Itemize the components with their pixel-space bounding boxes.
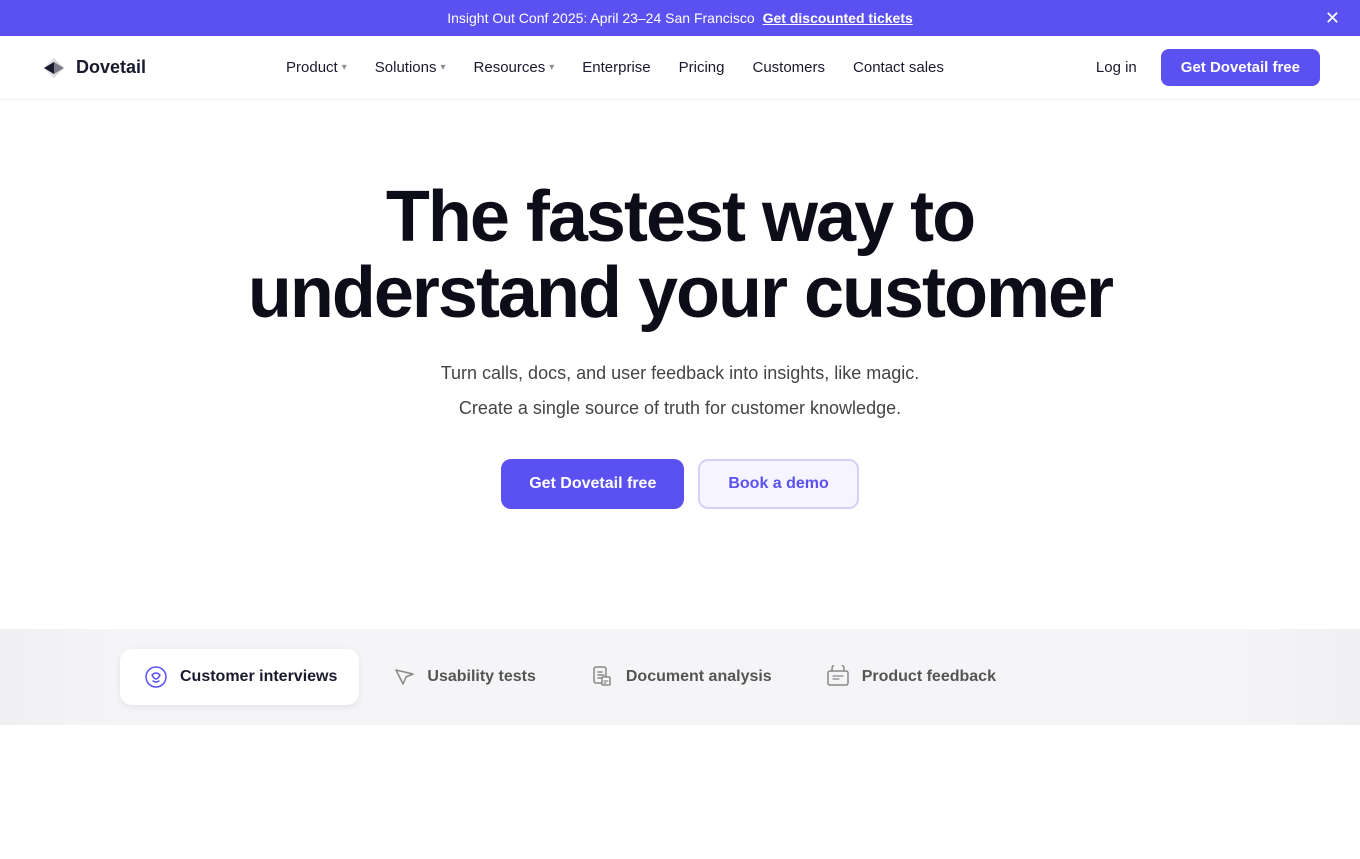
customer-interviews-icon bbox=[142, 663, 170, 691]
banner-link[interactable]: Get discounted tickets bbox=[763, 10, 913, 26]
logo[interactable]: Dovetail bbox=[40, 54, 146, 82]
hero-subtext-2: Create a single source of truth for cust… bbox=[20, 394, 1340, 423]
nav-cta-button[interactable]: Get Dovetail free bbox=[1161, 49, 1320, 86]
product-feedback-icon bbox=[824, 663, 852, 691]
tab-product-feedback[interactable]: Product feedback bbox=[802, 649, 1018, 705]
hero-subtext-1: Turn calls, docs, and user feedback into… bbox=[20, 359, 1340, 388]
tabs-section: Customer interviews Usability tests bbox=[0, 629, 1360, 725]
banner-text: Insight Out Conf 2025: April 23–24 San F… bbox=[447, 10, 754, 26]
nav-item-customers[interactable]: Customers bbox=[740, 51, 837, 84]
tabs-row: Customer interviews Usability tests bbox=[0, 629, 1360, 725]
hero-cta-secondary[interactable]: Book a demo bbox=[698, 459, 858, 509]
hero-cta-primary[interactable]: Get Dovetail free bbox=[501, 459, 684, 509]
nav-actions: Log in Get Dovetail free bbox=[1084, 49, 1320, 86]
hero-cta-group: Get Dovetail free Book a demo bbox=[20, 459, 1340, 509]
tabs-inner: Customer interviews Usability tests bbox=[120, 629, 1240, 725]
tab-fade-left bbox=[0, 629, 120, 725]
nav-item-resources[interactable]: Resources ▾ bbox=[462, 51, 567, 84]
tab-customer-interviews[interactable]: Customer interviews bbox=[120, 649, 359, 705]
hero-section: The fastest way to understand your custo… bbox=[0, 100, 1360, 569]
hero-heading: The fastest way to understand your custo… bbox=[230, 180, 1130, 331]
nav-item-solutions[interactable]: Solutions ▾ bbox=[363, 51, 458, 84]
nav-item-product[interactable]: Product ▾ bbox=[274, 51, 359, 84]
banner-close-button[interactable]: ✕ bbox=[1325, 9, 1340, 27]
document-analysis-icon bbox=[588, 663, 616, 691]
main-nav: Dovetail Product ▾ Solutions ▾ Resources… bbox=[0, 36, 1360, 100]
usability-tests-icon bbox=[389, 663, 417, 691]
tab-customer-interviews-label: Customer interviews bbox=[180, 668, 337, 686]
nav-links: Product ▾ Solutions ▾ Resources ▾ Enterp… bbox=[274, 51, 956, 84]
tab-document-analysis-label: Document analysis bbox=[626, 668, 772, 686]
nav-item-enterprise[interactable]: Enterprise bbox=[570, 51, 662, 84]
nav-item-pricing[interactable]: Pricing bbox=[667, 51, 737, 84]
tab-document-analysis[interactable]: Document analysis bbox=[566, 649, 794, 705]
tab-product-feedback-label: Product feedback bbox=[862, 668, 996, 686]
nav-item-contact-sales[interactable]: Contact sales bbox=[841, 51, 956, 84]
tab-usability-tests[interactable]: Usability tests bbox=[367, 649, 557, 705]
login-button[interactable]: Log in bbox=[1084, 51, 1149, 84]
announcement-banner: Insight Out Conf 2025: April 23–24 San F… bbox=[0, 0, 1360, 36]
dovetail-logo-icon bbox=[40, 54, 68, 82]
tab-fade-right bbox=[1240, 629, 1360, 725]
logo-text: Dovetail bbox=[76, 57, 146, 78]
tab-usability-tests-label: Usability tests bbox=[427, 668, 535, 686]
